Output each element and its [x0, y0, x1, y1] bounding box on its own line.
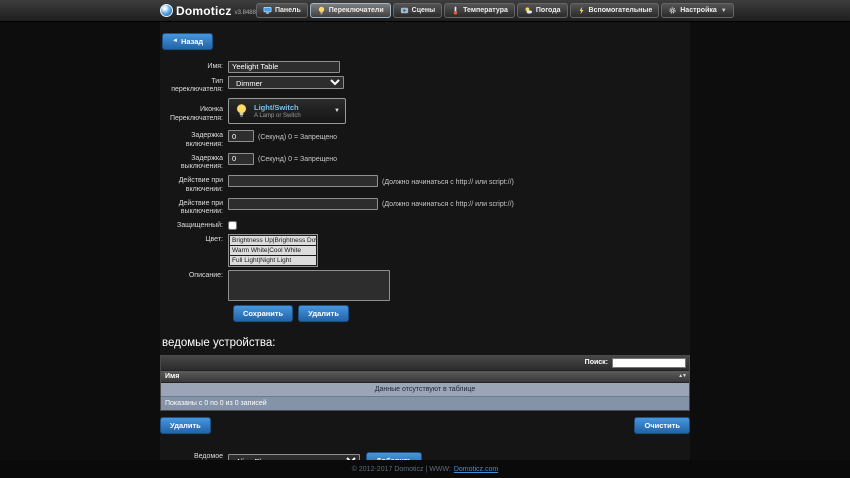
slave-devices-table: Поиск: Имя ▲▼ Данные отсутствуют в табли…	[160, 354, 690, 411]
off-action-label: Действие при выключении:	[178, 199, 223, 216]
lightbulb-icon	[318, 6, 324, 15]
weather-icon	[525, 7, 532, 14]
tab-setup[interactable]: Настройка ▼	[661, 3, 734, 18]
switch-type-label: Тип переключателя:	[171, 77, 223, 94]
switch-icon-dropdown[interactable]: Light/Switch A Lamp or Switch ▼	[228, 98, 346, 124]
delay-hint: (Секунд) 0 = Запрещено	[258, 133, 338, 141]
delete-button[interactable]: Удалить	[298, 304, 349, 322]
search-input[interactable]	[612, 357, 686, 368]
back-arrow-icon: ◄	[172, 38, 178, 44]
tab-label: Вспомогательные	[588, 7, 653, 14]
clear-button[interactable]: Очистить	[634, 416, 690, 434]
back-button-label: Назад	[180, 36, 204, 46]
tab-temperature[interactable]: Температура	[444, 3, 515, 18]
gear-icon	[669, 7, 676, 14]
chevron-down-icon: ▼	[720, 7, 727, 14]
tab-label: Погода	[535, 7, 561, 14]
off-delay-input[interactable]	[228, 152, 254, 165]
chevron-down-icon: ▼	[334, 108, 340, 114]
off-delay-label: Задержка выключения:	[180, 154, 223, 171]
description-label: Описание:	[188, 271, 223, 279]
color-option[interactable]: Full Light|Night Light	[230, 255, 316, 265]
color-label: Цвет:	[205, 235, 223, 243]
top-bar: Domoticz v3.8488 Панель Переключатели Сц…	[0, 0, 850, 22]
tab-switches[interactable]: Переключатели	[309, 3, 391, 18]
color-listbox: Brightness Up|Brightness Down Warm White…	[228, 233, 318, 267]
domoticz-link[interactable]: Domoticz.com	[454, 466, 498, 473]
tab-dashboard[interactable]: Панель	[255, 3, 308, 18]
on-action-input[interactable]	[228, 175, 378, 187]
main-nav: Панель Переключатели Сцены Температура П…	[255, 3, 734, 18]
icon-title: Light/Switch	[254, 103, 299, 112]
dashboard-icon	[263, 6, 272, 14]
copyright-text: © 2012-2017 Domoticz | WWW:	[351, 465, 451, 473]
name-label: Имя:	[207, 62, 223, 70]
description-textarea[interactable]	[228, 269, 390, 301]
logo-text: Domoticz	[176, 3, 232, 18]
table-toolbar: Поиск:	[161, 355, 689, 371]
off-action-input[interactable]	[228, 197, 378, 210]
tab-weather[interactable]: Погода	[516, 3, 568, 18]
color-option[interactable]: Brightness Up|Brightness Down	[230, 235, 316, 245]
content-area: ◄ Назад Имя: Тип переключателя: Dimmer И…	[160, 22, 690, 471]
tab-label: Переключатели	[328, 7, 384, 14]
protected-label: Защищенный:	[177, 222, 223, 229]
color-option[interactable]: Warm White|Cool White	[230, 245, 316, 255]
name-input[interactable]	[228, 60, 340, 73]
delay-hint: (Секунд) 0 = Запрещено	[258, 156, 338, 163]
protected-checkbox[interactable]	[228, 221, 237, 230]
action-hint: (Должно начинаться с http:// или script:…	[382, 201, 514, 208]
tab-utility[interactable]: Вспомогательные	[569, 3, 660, 18]
back-button[interactable]: ◄ Назад	[162, 32, 214, 50]
table-empty-row: Данные отсутствуют в таблице	[161, 382, 689, 397]
on-delay-input[interactable]	[228, 130, 254, 142]
lightbulb-icon	[236, 104, 247, 117]
switch-type-select[interactable]: Dimmer	[228, 75, 344, 89]
column-header-label: Имя	[165, 372, 180, 380]
scenes-icon	[400, 7, 408, 14]
column-header-name[interactable]: Имя ▲▼	[161, 370, 689, 383]
tab-label: Сцены	[411, 7, 436, 14]
on-delay-label: Задержка включения:	[185, 132, 223, 148]
domoticz-logo[interactable]: Domoticz v3.8488	[160, 4, 256, 18]
footer: © 2012-2017 Domoticz | WWW: Domoticz.com	[0, 460, 850, 478]
domoticz-logo-icon	[160, 4, 173, 17]
tab-scenes[interactable]: Сцены	[392, 3, 443, 18]
table-info-row: Показаны с 0 по 0 из 0 записей	[161, 396, 689, 410]
version-label: v3.8488	[234, 9, 256, 16]
tab-label: Панель	[274, 7, 301, 14]
save-button[interactable]: Сохранить	[233, 304, 294, 322]
action-hint: (Должно начинаться с http:// или script:…	[382, 178, 514, 186]
on-action-label: Действие при включении:	[178, 177, 223, 193]
search-label: Поиск:	[584, 359, 608, 367]
switch-icon-label: Иконка Переключателя:	[169, 106, 223, 122]
thermometer-icon	[453, 6, 458, 15]
tab-label: Температура	[463, 7, 508, 14]
tab-label: Настройка	[680, 7, 717, 14]
slave-devices-title: ведомые устройства:	[162, 336, 276, 349]
icon-subtitle: A Lamp or Switch	[254, 113, 301, 119]
utility-icon	[579, 6, 584, 15]
slave-delete-button[interactable]: Удалить	[160, 416, 211, 434]
sort-icon: ▲▼	[678, 373, 687, 380]
